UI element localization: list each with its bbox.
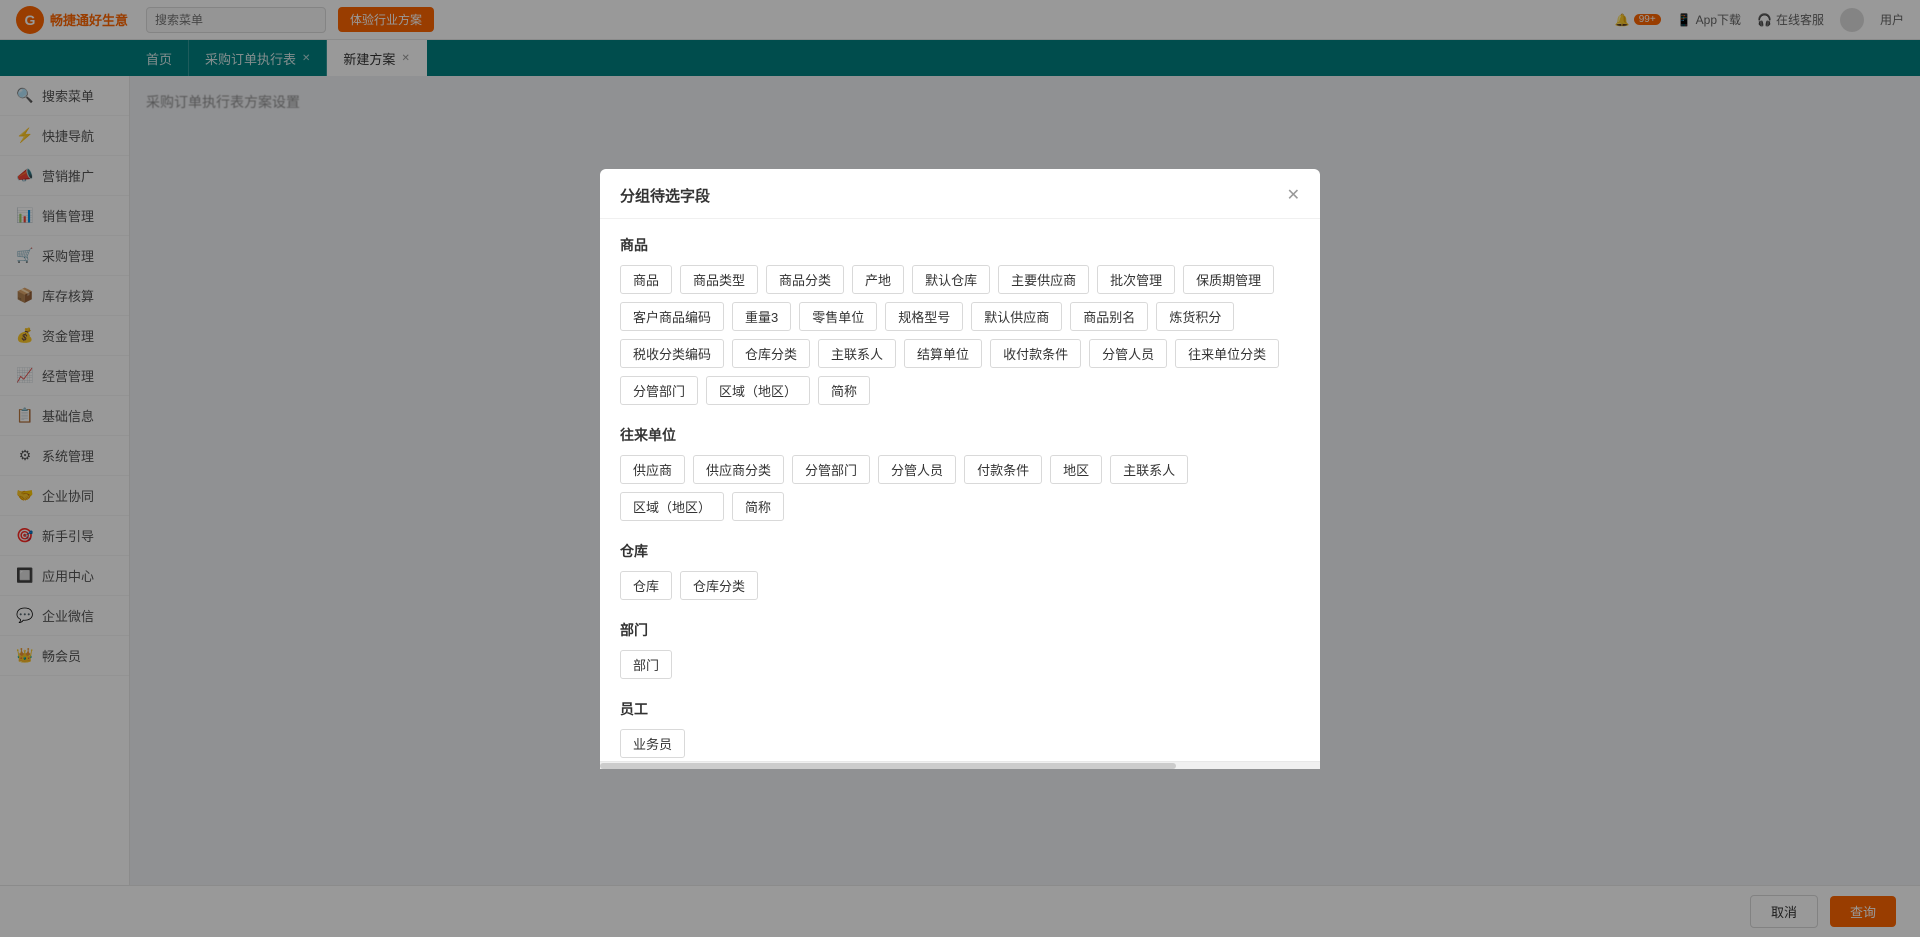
close-icon[interactable]: ✕	[1287, 185, 1300, 205]
field-tag-0-24[interactable]: 简称	[818, 376, 870, 405]
field-tag-0-23[interactable]: 区域（地区）	[706, 376, 810, 405]
hscroll-thumb	[600, 763, 1176, 769]
modal: 分组待选字段 ✕ 商品商品商品类型商品分类产地默认仓库主要供应商批次管理保质期管…	[600, 169, 1320, 769]
modal-header: 分组待选字段 ✕	[600, 169, 1320, 219]
field-tag-1-7[interactable]: 区域（地区）	[620, 492, 724, 521]
modal-overlay[interactable]: 分组待选字段 ✕ 商品商品商品类型商品分类产地默认仓库主要供应商批次管理保质期管…	[0, 0, 1920, 937]
field-tag-0-21[interactable]: 往来单位分类	[1175, 339, 1279, 368]
field-tag-0-2[interactable]: 商品分类	[766, 265, 844, 294]
field-section-3: 部门部门	[620, 620, 1300, 679]
field-section-1: 往来单位供应商供应商分类分管部门分管人员付款条件地区主联系人区域（地区） 简称	[620, 425, 1300, 521]
horizontal-scrollbar[interactable]	[600, 761, 1320, 769]
field-tag-0-12[interactable]: 默认供应商	[971, 302, 1062, 331]
section-title-0: 商品	[620, 235, 1300, 255]
field-tag-0-8[interactable]: 客户商品编码	[620, 302, 724, 331]
field-tags-3: 部门	[620, 650, 1300, 679]
field-tag-0-1[interactable]: 商品类型	[680, 265, 758, 294]
field-tag-1-2[interactable]: 分管部门	[792, 455, 870, 484]
field-tag-0-16[interactable]: 仓库分类	[732, 339, 810, 368]
field-tag-1-4[interactable]: 付款条件	[964, 455, 1042, 484]
section-title-3: 部门	[620, 620, 1300, 640]
field-tag-1-6[interactable]: 主联系人	[1110, 455, 1188, 484]
field-tags-1: 供应商供应商分类分管部门分管人员付款条件地区主联系人区域（地区） 简称	[620, 455, 1300, 521]
field-tag-4-0[interactable]: 业务员	[620, 729, 685, 758]
section-title-2: 仓库	[620, 541, 1300, 561]
field-tags-2: 仓库仓库分类	[620, 571, 1300, 600]
field-tag-0-3[interactable]: 产地	[852, 265, 904, 294]
field-tag-2-0[interactable]: 仓库	[620, 571, 672, 600]
field-tag-0-15[interactable]: 税收分类编码	[620, 339, 724, 368]
field-tag-0-22[interactable]: 分管部门	[620, 376, 698, 405]
field-tag-0-0[interactable]: 商品	[620, 265, 672, 294]
field-tag-0-14[interactable]: 炼货积分	[1156, 302, 1234, 331]
field-section-4: 员工业务员	[620, 699, 1300, 758]
section-title-4: 员工	[620, 699, 1300, 719]
modal-title: 分组待选字段	[620, 185, 710, 206]
field-tags-4: 业务员	[620, 729, 1300, 758]
field-tag-0-6[interactable]: 批次管理	[1097, 265, 1175, 294]
field-tag-1-0[interactable]: 供应商	[620, 455, 685, 484]
field-tag-1-8[interactable]: 简称	[732, 492, 784, 521]
field-tag-0-20[interactable]: 分管人员	[1089, 339, 1167, 368]
field-tag-1-5[interactable]: 地区	[1050, 455, 1102, 484]
field-tag-0-7[interactable]: 保质期管理	[1183, 265, 1274, 294]
field-tag-1-3[interactable]: 分管人员	[878, 455, 956, 484]
field-tag-0-9[interactable]: 重量3	[732, 302, 791, 331]
field-tag-0-19[interactable]: 收付款条件	[990, 339, 1081, 368]
field-tag-0-4[interactable]: 默认仓库	[912, 265, 990, 294]
field-section-2: 仓库仓库仓库分类	[620, 541, 1300, 600]
section-title-1: 往来单位	[620, 425, 1300, 445]
field-tag-0-13[interactable]: 商品别名	[1070, 302, 1148, 331]
field-tag-0-5[interactable]: 主要供应商	[998, 265, 1089, 294]
field-tags-0: 商品商品类型商品分类产地默认仓库主要供应商批次管理保质期管理客户商品编码重量3 零…	[620, 265, 1300, 405]
field-tag-0-10[interactable]: 零售单位	[799, 302, 877, 331]
field-tag-1-1[interactable]: 供应商分类	[693, 455, 784, 484]
field-tag-0-18[interactable]: 结算单位	[904, 339, 982, 368]
field-tag-0-11[interactable]: 规格型号	[885, 302, 963, 331]
field-tag-2-1[interactable]: 仓库分类	[680, 571, 758, 600]
field-tag-0-17[interactable]: 主联系人	[818, 339, 896, 368]
modal-body[interactable]: 商品商品商品类型商品分类产地默认仓库主要供应商批次管理保质期管理客户商品编码重量…	[600, 219, 1320, 761]
field-section-0: 商品商品商品类型商品分类产地默认仓库主要供应商批次管理保质期管理客户商品编码重量…	[620, 235, 1300, 405]
field-tag-3-0[interactable]: 部门	[620, 650, 672, 679]
